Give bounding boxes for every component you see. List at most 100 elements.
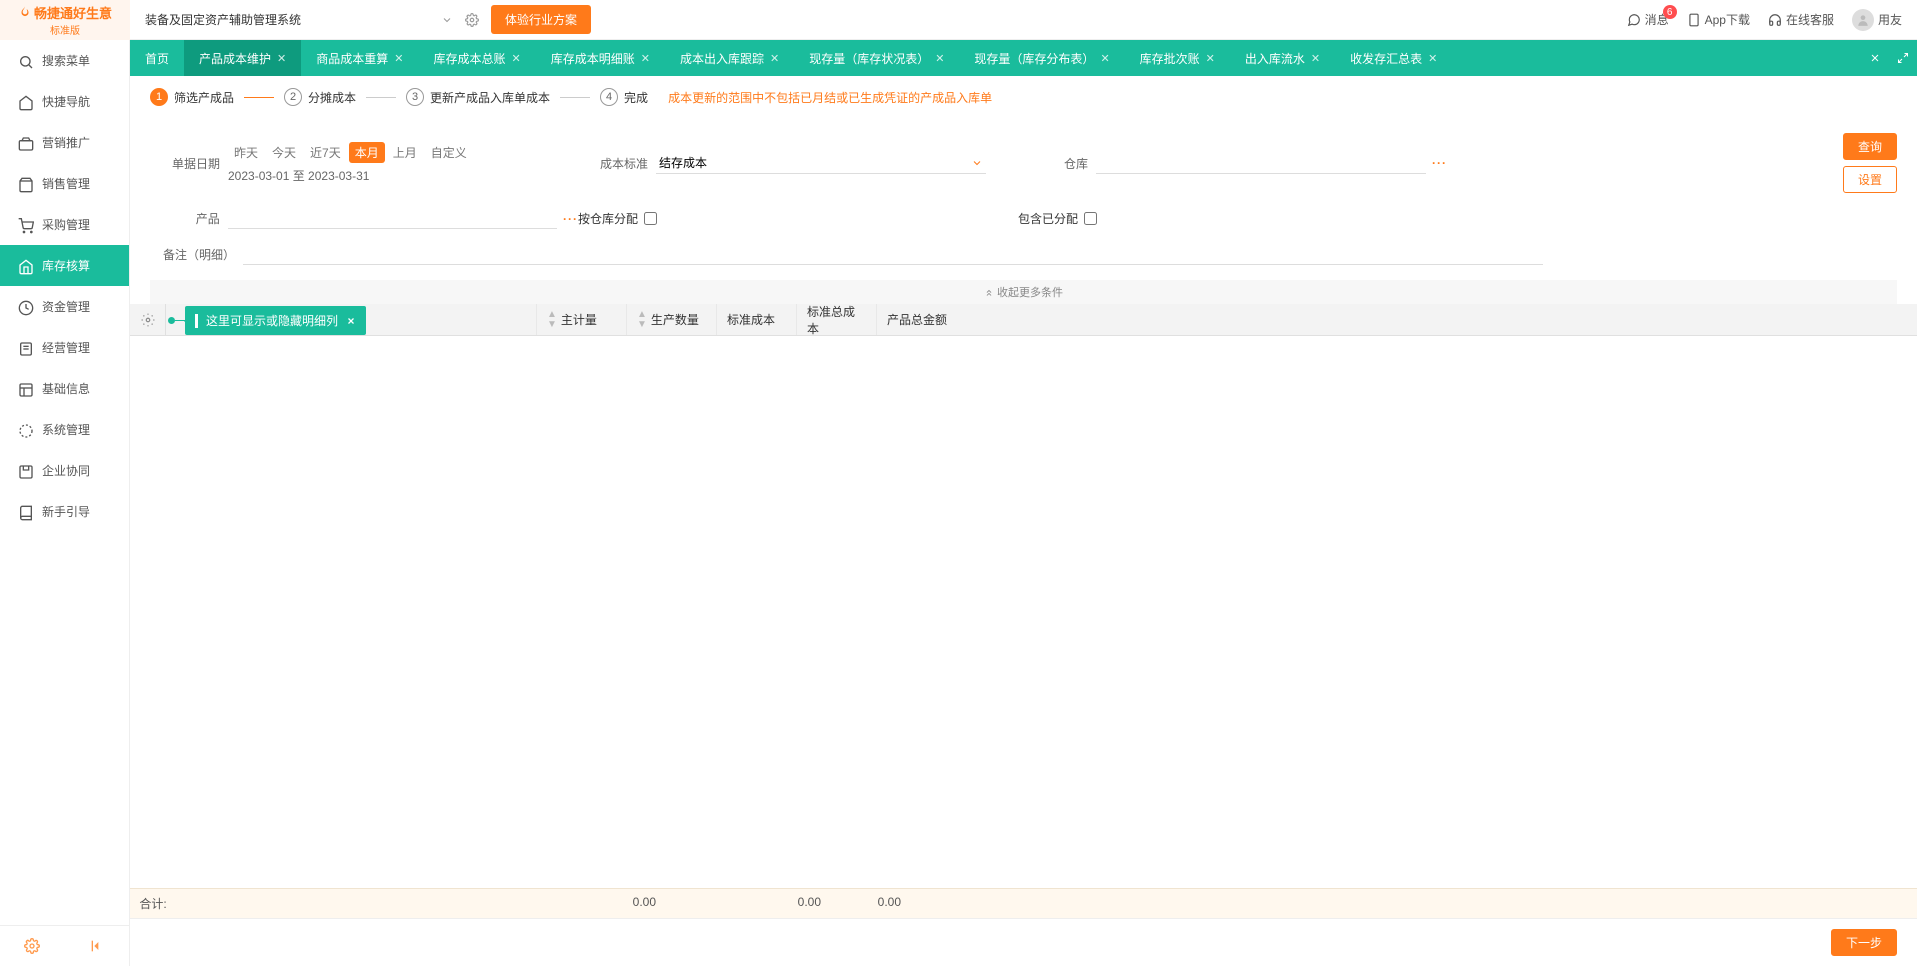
sidebar-settings-button[interactable]: [24, 938, 40, 954]
tab-label: 收发存汇总表: [1350, 50, 1422, 67]
date-tab[interactable]: 今天: [266, 142, 302, 163]
app-download-button[interactable]: App下载: [1687, 11, 1750, 28]
sidebar-item[interactable]: 经营管理: [0, 327, 129, 368]
messages-button[interactable]: 消息 6: [1627, 11, 1669, 28]
table-column-header[interactable]: 标准总成本: [796, 304, 876, 335]
query-button[interactable]: 查询: [1843, 133, 1897, 160]
date-tabs: 昨天今天近7天本月上月自定义: [228, 142, 473, 163]
tab[interactable]: 成本出入库跟踪 ✕: [665, 40, 794, 76]
date-tab[interactable]: 本月: [349, 142, 385, 163]
sidebar-item-icon: [18, 177, 32, 191]
tab-close-button[interactable]: ✕: [1100, 52, 1109, 65]
experience-industry-button[interactable]: 体验行业方案: [491, 5, 591, 34]
sidebar-item-icon: [18, 464, 32, 478]
table-column-header[interactable]: ▲▼主计量: [536, 304, 626, 335]
settings-button[interactable]: 设置: [1843, 166, 1897, 193]
sidebar-item[interactable]: 基础信息: [0, 368, 129, 409]
product-label: 产品: [150, 210, 220, 227]
tab[interactable]: 产品成本维护 ✕: [184, 40, 301, 76]
sidebar-item[interactable]: 库存核算: [0, 245, 129, 286]
sidebar-item-label: 销售管理: [42, 175, 90, 192]
system-settings-button[interactable]: [465, 13, 479, 27]
close-icon: [1869, 52, 1881, 64]
brand-name: 畅捷通好生意: [34, 3, 112, 22]
date-tab[interactable]: 自定义: [425, 142, 473, 163]
fullscreen-button[interactable]: [1889, 40, 1917, 76]
tab[interactable]: 收发存汇总表 ✕: [1335, 40, 1452, 76]
product-more-button[interactable]: ···: [563, 212, 578, 226]
warehouse-more-button[interactable]: ···: [1432, 156, 1447, 170]
tab-close-button[interactable]: ✕: [935, 52, 944, 65]
sidebar-item[interactable]: 企业协同: [0, 450, 129, 491]
sidebar-item[interactable]: 搜索菜单: [0, 40, 129, 81]
step-number: 2: [284, 88, 302, 106]
close-all-tabs-button[interactable]: [1861, 40, 1889, 76]
tooltip-close-button[interactable]: [346, 316, 356, 326]
table-column-header[interactable]: ▲▼生产数量: [626, 304, 716, 335]
tab-close-button[interactable]: ✕: [770, 52, 779, 65]
step: 4完成: [600, 88, 648, 106]
tab-close-button[interactable]: ✕: [1206, 52, 1215, 65]
sidebar-item-label: 新手引导: [42, 503, 90, 520]
tab-close-button[interactable]: ✕: [1428, 52, 1437, 65]
include-allocated-checkbox[interactable]: [1084, 212, 1097, 225]
sidebar-item[interactable]: 营销推广: [0, 122, 129, 163]
step-connector: [244, 97, 274, 98]
tab[interactable]: 现存量（库存状况表）✕: [794, 40, 959, 76]
sidebar-item[interactable]: 快捷导航: [0, 81, 129, 122]
date-tab[interactable]: 近7天: [304, 142, 347, 163]
cost-standard-label: 成本标准: [578, 155, 648, 172]
product-input[interactable]: [228, 208, 557, 229]
next-step-button[interactable]: 下一步: [1831, 929, 1897, 956]
sidebar-item[interactable]: 销售管理: [0, 163, 129, 204]
user-menu[interactable]: 用友: [1852, 9, 1902, 31]
warehouse-input[interactable]: [1096, 153, 1426, 174]
tab[interactable]: 出入库流水✕: [1230, 40, 1335, 76]
remark-input[interactable]: [243, 244, 1543, 265]
tab-close-button[interactable]: ✕: [641, 52, 650, 65]
step: 2分摊成本: [284, 88, 356, 106]
date-tab[interactable]: 上月: [387, 142, 423, 163]
sidebar-collapse-button[interactable]: [89, 938, 105, 954]
sidebar-item[interactable]: 新手引导: [0, 491, 129, 532]
sidebar-item-icon: [18, 54, 32, 68]
column-settings-button[interactable]: [130, 304, 166, 335]
tab-label: 商品成本重算: [316, 50, 388, 67]
tab[interactable]: 库存成本总账 ✕: [418, 40, 535, 76]
tab-close-button[interactable]: ✕: [277, 52, 286, 65]
include-allocated-label: 包含已分配: [1018, 210, 1078, 227]
tab-close-button[interactable]: ✕: [1311, 52, 1320, 65]
tab[interactable]: 库存批次账✕: [1125, 40, 1230, 76]
tab[interactable]: 库存成本明细账✕: [536, 40, 665, 76]
tab[interactable]: 现存量（库存分布表）✕: [959, 40, 1124, 76]
sidebar-item-label: 搜索菜单: [42, 52, 90, 69]
online-service-button[interactable]: 在线客服: [1768, 11, 1834, 28]
sidebar-item-icon: [18, 423, 32, 437]
tab-close-button[interactable]: ✕: [512, 52, 521, 65]
tab-label: 库存成本总账: [433, 50, 505, 67]
tab-label: 产品成本维护: [199, 50, 271, 67]
tab-label: 成本出入库跟踪: [680, 50, 764, 67]
table-header: 这里可显示或隐藏明细列 ▲▼主计量▲▼生产数量标准成本标准总成本产品总金额: [130, 304, 1917, 336]
column-label: 主计量: [561, 311, 597, 328]
warehouse-label: 仓库: [1018, 155, 1088, 172]
sidebar-item[interactable]: 系统管理: [0, 409, 129, 450]
system-selector[interactable]: 装备及固定资产辅助管理系统: [145, 0, 453, 40]
sidebar: 搜索菜单快捷导航营销推广销售管理采购管理库存核算资金管理经营管理基础信息系统管理…: [0, 40, 130, 966]
date-label: 单据日期: [150, 155, 220, 172]
date-tab[interactable]: 昨天: [228, 142, 264, 163]
cost-standard-select[interactable]: [656, 153, 986, 174]
main-area: 首页产品成本维护✕商品成本重算✕库存成本总账✕库存成本明细账✕成本出入库跟踪✕现…: [130, 40, 1917, 966]
sidebar-item-label: 资金管理: [42, 298, 90, 315]
by-warehouse-checkbox[interactable]: [644, 212, 657, 225]
collapse-conditions-button[interactable]: 收起更多条件: [150, 280, 1897, 304]
message-icon: [1627, 13, 1641, 27]
sidebar-item[interactable]: 资金管理: [0, 286, 129, 327]
table-column-header[interactable]: 标准成本: [716, 304, 796, 335]
tab-close-button[interactable]: ✕: [394, 52, 403, 65]
sidebar-item[interactable]: 采购管理: [0, 204, 129, 245]
close-icon: [346, 316, 356, 326]
tab[interactable]: 商品成本重算 ✕: [301, 40, 418, 76]
tab[interactable]: 首页: [130, 40, 184, 76]
table-column-header[interactable]: 产品总金额: [876, 304, 1036, 335]
